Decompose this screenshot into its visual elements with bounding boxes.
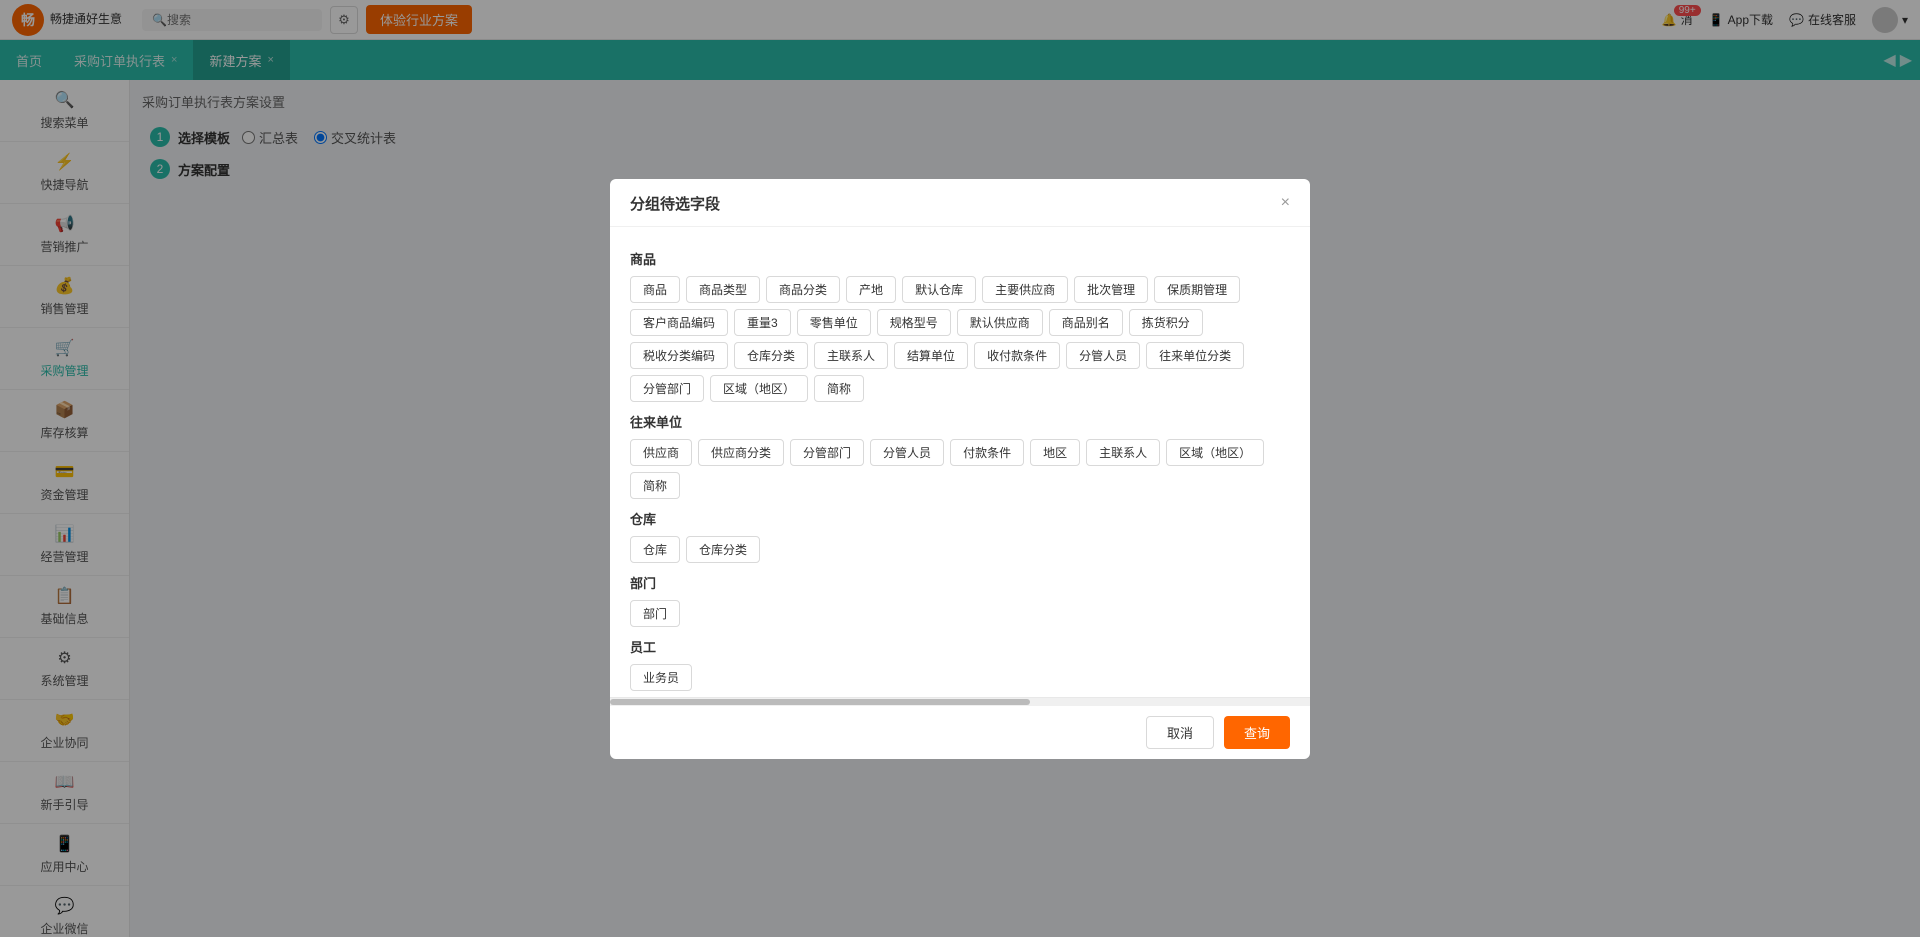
section-partner-title: 往来单位 bbox=[630, 412, 1290, 431]
tag-warehouse-category[interactable]: 仓库分类 bbox=[734, 342, 808, 369]
tag-retail-unit[interactable]: 零售单位 bbox=[797, 309, 871, 336]
cancel-button[interactable]: 取消 bbox=[1146, 716, 1214, 749]
tag-warehouse[interactable]: 仓库 bbox=[630, 536, 680, 563]
tag-main-supplier[interactable]: 主要供应商 bbox=[982, 276, 1068, 303]
modal-footer: 取消 查询 bbox=[610, 705, 1310, 759]
tag-partner-contact[interactable]: 主联系人 bbox=[1086, 439, 1160, 466]
tag-weight[interactable]: 重量3 bbox=[734, 309, 791, 336]
confirm-button[interactable]: 查询 bbox=[1224, 716, 1290, 749]
section-warehouse: 仓库 仓库 仓库分类 bbox=[630, 509, 1290, 563]
tag-customer-code[interactable]: 客户商品编码 bbox=[630, 309, 728, 336]
tag-batch-mgmt[interactable]: 批次管理 bbox=[1074, 276, 1148, 303]
scrollbar-thumb bbox=[610, 699, 1030, 705]
tag-pick-points[interactable]: 拣货积分 bbox=[1129, 309, 1203, 336]
tag-partner-region[interactable]: 区域（地区） bbox=[1166, 439, 1264, 466]
tag-region-product[interactable]: 区域（地区） bbox=[710, 375, 808, 402]
modal-header: 分组待选字段 × bbox=[610, 179, 1310, 227]
tag-warehouse-cat[interactable]: 仓库分类 bbox=[686, 536, 760, 563]
tag-origin[interactable]: 产地 bbox=[846, 276, 896, 303]
modal-horizontal-scrollbar[interactable] bbox=[610, 697, 1310, 705]
tag-department[interactable]: 部门 bbox=[630, 600, 680, 627]
tag-partner-category[interactable]: 往来单位分类 bbox=[1146, 342, 1244, 369]
section-employee: 员工 业务员 bbox=[630, 637, 1290, 691]
modal-close-button[interactable]: × bbox=[1281, 194, 1290, 212]
tag-short-name-product[interactable]: 简称 bbox=[814, 375, 864, 402]
tag-supplier[interactable]: 供应商 bbox=[630, 439, 692, 466]
section-warehouse-tags: 仓库 仓库分类 bbox=[630, 536, 1290, 563]
tag-dept[interactable]: 分管部门 bbox=[630, 375, 704, 402]
tag-partner-short[interactable]: 简称 bbox=[630, 472, 680, 499]
modal-title: 分组待选字段 bbox=[630, 193, 720, 214]
tag-default-supplier[interactable]: 默认供应商 bbox=[957, 309, 1043, 336]
tag-expiry-mgmt[interactable]: 保质期管理 bbox=[1154, 276, 1240, 303]
tag-spec-model[interactable]: 规格型号 bbox=[877, 309, 951, 336]
section-dept-tags: 部门 bbox=[630, 600, 1290, 627]
tag-payment-terms[interactable]: 收付款条件 bbox=[974, 342, 1060, 369]
section-employee-tags: 业务员 bbox=[630, 664, 1290, 691]
tag-main-contact[interactable]: 主联系人 bbox=[814, 342, 888, 369]
section-partner: 往来单位 供应商 供应商分类 分管部门 分管人员 付款条件 地区 主联系人 区域… bbox=[630, 412, 1290, 499]
modal-overlay: 分组待选字段 × 商品 商品 商品类型 商品分类 产地 默认仓库 主要供应商 批… bbox=[0, 0, 1920, 937]
section-partner-tags: 供应商 供应商分类 分管部门 分管人员 付款条件 地区 主联系人 区域（地区） … bbox=[630, 439, 1290, 499]
tag-product-type[interactable]: 商品类型 bbox=[686, 276, 760, 303]
tag-area[interactable]: 地区 bbox=[1030, 439, 1080, 466]
section-product-title: 商品 bbox=[630, 249, 1290, 268]
tag-tax-code[interactable]: 税收分类编码 bbox=[630, 342, 728, 369]
section-dept: 部门 部门 bbox=[630, 573, 1290, 627]
modal-body: 商品 商品 商品类型 商品分类 产地 默认仓库 主要供应商 批次管理 保质期管理… bbox=[610, 227, 1310, 697]
tag-settlement-unit[interactable]: 结算单位 bbox=[894, 342, 968, 369]
section-warehouse-title: 仓库 bbox=[630, 509, 1290, 528]
tag-supplier-category[interactable]: 供应商分类 bbox=[698, 439, 784, 466]
tag-partner-person[interactable]: 分管人员 bbox=[870, 439, 944, 466]
section-product-tags: 商品 商品类型 商品分类 产地 默认仓库 主要供应商 批次管理 保质期管理 客户… bbox=[630, 276, 1290, 402]
tag-partner-dept[interactable]: 分管部门 bbox=[790, 439, 864, 466]
tag-product-category[interactable]: 商品分类 bbox=[766, 276, 840, 303]
section-dept-title: 部门 bbox=[630, 573, 1290, 592]
tag-default-warehouse[interactable]: 默认仓库 bbox=[902, 276, 976, 303]
section-employee-title: 员工 bbox=[630, 637, 1290, 656]
tag-product[interactable]: 商品 bbox=[630, 276, 680, 303]
section-product: 商品 商品 商品类型 商品分类 产地 默认仓库 主要供应商 批次管理 保质期管理… bbox=[630, 249, 1290, 402]
field-selection-modal: 分组待选字段 × 商品 商品 商品类型 商品分类 产地 默认仓库 主要供应商 批… bbox=[610, 179, 1310, 759]
tag-payment-cond[interactable]: 付款条件 bbox=[950, 439, 1024, 466]
tag-product-alias[interactable]: 商品别名 bbox=[1049, 309, 1123, 336]
tag-salesperson[interactable]: 业务员 bbox=[630, 664, 692, 691]
tag-responsible-person[interactable]: 分管人员 bbox=[1066, 342, 1140, 369]
